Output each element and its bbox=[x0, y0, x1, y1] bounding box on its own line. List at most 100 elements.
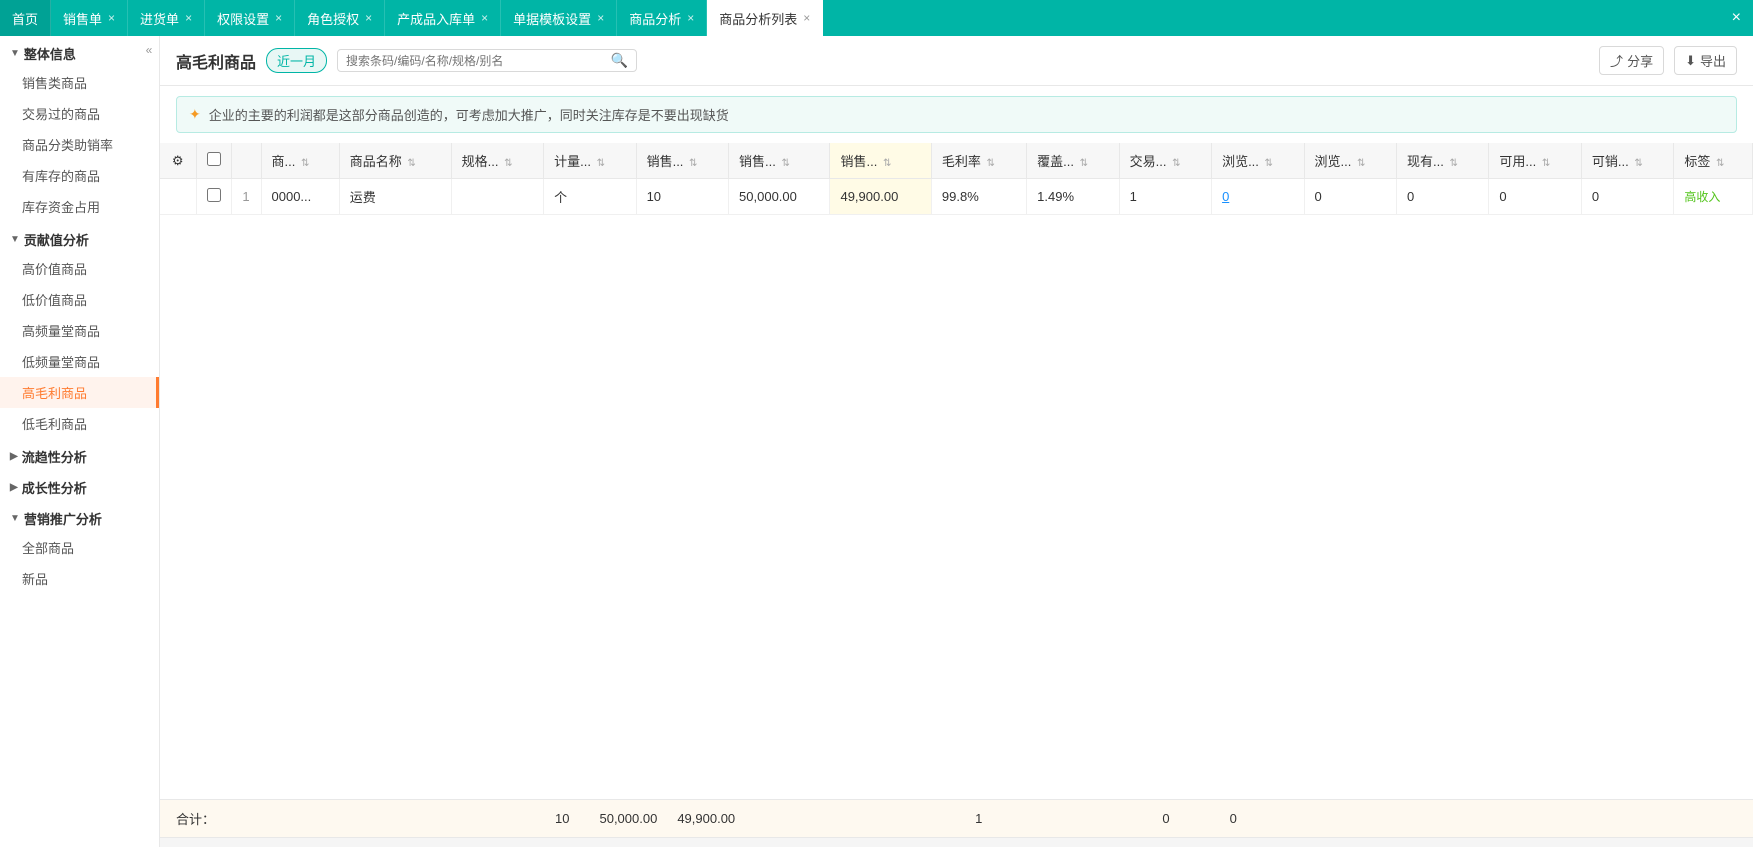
row-num-cell: 1 bbox=[231, 179, 261, 215]
sidebar: « ▼ 整体信息 销售类商品 交易过的商品 商品分类助销率 有库存的商品 库存资… bbox=[0, 36, 160, 847]
coverage-col-header[interactable]: 覆盖... ⇅ bbox=[1027, 143, 1119, 179]
sidebar-item-all-goods[interactable]: 全部商品 bbox=[0, 532, 159, 563]
saleable-stock-sort-icon: ⇅ bbox=[1634, 158, 1642, 169]
nav-sales-order-label: 销售单 bbox=[63, 9, 102, 28]
arrow-icon-2: ▼ bbox=[10, 234, 20, 245]
sidebar-item-in-stock-goods[interactable]: 有库存的商品 bbox=[0, 160, 159, 191]
sidebar-item-high-value-label: 高价值商品 bbox=[22, 262, 87, 277]
nav-sales-order[interactable]: 销售单 × bbox=[51, 0, 128, 36]
sidebar-item-high-margin[interactable]: 高毛利商品 bbox=[0, 377, 159, 408]
sidebar-group-overall-info[interactable]: ▼ 整体信息 bbox=[0, 36, 159, 67]
nav-sales-order-close[interactable]: × bbox=[108, 11, 115, 25]
code-col-header[interactable]: 商... ⇅ bbox=[261, 143, 339, 179]
share-btn[interactable]: ⤴ 分享 bbox=[1599, 46, 1664, 75]
bottom-scrollbar[interactable] bbox=[160, 837, 1753, 847]
name-col-header[interactable]: 商品名称 ⇅ bbox=[339, 143, 451, 179]
sidebar-group-trend-analysis-label: 流趋性分析 bbox=[22, 447, 87, 466]
sidebar-item-inventory-capital[interactable]: 库存资金占用 bbox=[0, 191, 159, 222]
trade-count-col-header[interactable]: 交易... ⇅ bbox=[1119, 143, 1211, 179]
row-checkbox[interactable] bbox=[207, 188, 221, 202]
unit-col-label: 计量... bbox=[554, 154, 591, 169]
available-stock-col-header[interactable]: 可用... ⇅ bbox=[1489, 143, 1581, 179]
row-sales-cost-cell: 49,900.00 bbox=[830, 179, 931, 215]
nav-role-permission-close[interactable]: × bbox=[365, 11, 372, 25]
margin-rate-col-header[interactable]: 毛利率 ⇅ bbox=[931, 143, 1026, 179]
unit-col-header[interactable]: 计量... ⇅ bbox=[544, 143, 636, 179]
sidebar-group-growth-analysis-label: 成长性分析 bbox=[22, 478, 87, 497]
nav-product-inbound[interactable]: 产成品入库单 × bbox=[385, 0, 501, 36]
margin-rate-sort-icon: ⇅ bbox=[987, 158, 995, 169]
available-stock-sort-icon: ⇅ bbox=[1542, 158, 1550, 169]
sales-cost-col-header[interactable]: 销售... ⇅ bbox=[830, 143, 931, 179]
sidebar-group-growth-analysis[interactable]: ▶ 成长性分析 bbox=[0, 470, 159, 501]
filter-recent-month-btn[interactable]: 近一月 bbox=[266, 48, 327, 73]
export-btn[interactable]: ⬇ 导出 bbox=[1674, 46, 1737, 75]
nav-order-template[interactable]: 单据模板设置 × bbox=[501, 0, 617, 36]
browse1-col-header[interactable]: 浏览... ⇅ bbox=[1212, 143, 1304, 179]
nav-order-template-close[interactable]: × bbox=[597, 11, 604, 25]
sales-amount-col-label: 销售... bbox=[739, 154, 776, 169]
row-browse1[interactable]: 0 bbox=[1222, 189, 1229, 204]
search-icon[interactable]: 🔍 bbox=[611, 52, 628, 69]
nav-product-inbound-close[interactable]: × bbox=[481, 11, 488, 25]
sidebar-item-low-freq-high-val[interactable]: 低频量堂商品 bbox=[0, 346, 159, 377]
nav-home[interactable]: 首页 bbox=[0, 0, 51, 36]
nav-product-analysis-close[interactable]: × bbox=[687, 11, 694, 25]
sidebar-item-sales-goods[interactable]: 销售类商品 bbox=[0, 67, 159, 98]
row-sales-qty-cell: 10 bbox=[636, 179, 728, 215]
sidebar-item-new-goods[interactable]: 新品 bbox=[0, 563, 159, 594]
search-input[interactable] bbox=[346, 54, 611, 68]
browse1-col-label: 浏览... bbox=[1222, 154, 1259, 169]
sidebar-item-high-value[interactable]: 高价值商品 bbox=[0, 253, 159, 284]
arrow-icon-5: ▼ bbox=[10, 513, 20, 524]
select-all-checkbox[interactable] bbox=[207, 152, 221, 166]
nav-product-analysis-list[interactable]: 商品分析列表 × bbox=[707, 0, 823, 36]
coverage-sort-icon: ⇅ bbox=[1080, 158, 1088, 169]
sidebar-item-traded-goods-label: 交易过的商品 bbox=[22, 107, 100, 122]
sales-cost-col-label: 销售... bbox=[840, 154, 877, 169]
browse2-col-header[interactable]: 浏览... ⇅ bbox=[1304, 143, 1396, 179]
code-col-label: 商... bbox=[272, 154, 296, 169]
saleable-stock-col-header[interactable]: 可销... ⇅ bbox=[1581, 143, 1673, 179]
footer-current-stock: 0 bbox=[1162, 811, 1169, 826]
tag-col-header[interactable]: 标签 ⇅ bbox=[1674, 143, 1753, 179]
sales-amount-col-header[interactable]: 销售... ⇅ bbox=[729, 143, 830, 179]
nav-purchase-order-label: 进货单 bbox=[140, 9, 179, 28]
row-saleable-stock-cell: 0 bbox=[1581, 179, 1673, 215]
table-container: ⚙ 商... ⇅ 商品名称 ⇅ bbox=[160, 143, 1753, 799]
name-sort-icon: ⇅ bbox=[407, 158, 415, 169]
nav-purchase-order-close[interactable]: × bbox=[185, 11, 192, 25]
sales-qty-col-header[interactable]: 销售... ⇅ bbox=[636, 143, 728, 179]
sidebar-item-traded-goods[interactable]: 交易过的商品 bbox=[0, 98, 159, 129]
sidebar-group-financial-analysis[interactable]: ▼ 贡献值分析 bbox=[0, 222, 159, 253]
sidebar-item-low-value[interactable]: 低价值商品 bbox=[0, 284, 159, 315]
nav-purchase-order[interactable]: 进货单 × bbox=[128, 0, 205, 36]
nav-close-all-btn[interactable]: × bbox=[1720, 9, 1753, 27]
sidebar-collapse-btn[interactable]: « bbox=[139, 40, 159, 60]
sales-cost-sort-icon: ⇅ bbox=[883, 158, 891, 169]
sidebar-item-goods-contribution[interactable]: 商品分类助销率 bbox=[0, 129, 159, 160]
rownum-col-header bbox=[231, 143, 261, 179]
row-sales-qty: 10 bbox=[647, 189, 661, 204]
settings-col-header[interactable]: ⚙ bbox=[160, 143, 196, 179]
sidebar-item-low-margin[interactable]: 低毛利商品 bbox=[0, 408, 159, 439]
nav-role-permission[interactable]: 角色授权 × bbox=[295, 0, 385, 36]
share-icon: ⤴ bbox=[1610, 51, 1623, 70]
row-margin-rate: 99.8% bbox=[942, 189, 979, 204]
spec-col-header[interactable]: 规格... ⇅ bbox=[451, 143, 543, 179]
nav-permission-settings-close[interactable]: × bbox=[275, 11, 282, 25]
row-browse2-cell: 0 bbox=[1304, 179, 1396, 215]
current-stock-sort-icon: ⇅ bbox=[1449, 158, 1457, 169]
sidebar-item-inventory-capital-label: 库存资金占用 bbox=[22, 200, 100, 215]
sidebar-group-marketing-analysis[interactable]: ▼ 营销推广分析 bbox=[0, 501, 159, 532]
export-label: 导出 bbox=[1700, 51, 1726, 70]
sidebar-group-trend-analysis[interactable]: ▶ 流趋性分析 bbox=[0, 439, 159, 470]
row-checkbox-cell bbox=[196, 179, 231, 215]
sidebar-item-all-goods-label: 全部商品 bbox=[22, 541, 74, 556]
nav-product-analysis-list-close[interactable]: × bbox=[803, 11, 810, 25]
row-tag-cell: 高收入 bbox=[1674, 179, 1753, 215]
current-stock-col-header[interactable]: 现有... ⇅ bbox=[1396, 143, 1488, 179]
sidebar-item-high-freq-high-val[interactable]: 高频量堂商品 bbox=[0, 315, 159, 346]
nav-product-analysis[interactable]: 商品分析 × bbox=[617, 0, 707, 36]
nav-permission-settings[interactable]: 权限设置 × bbox=[205, 0, 295, 36]
